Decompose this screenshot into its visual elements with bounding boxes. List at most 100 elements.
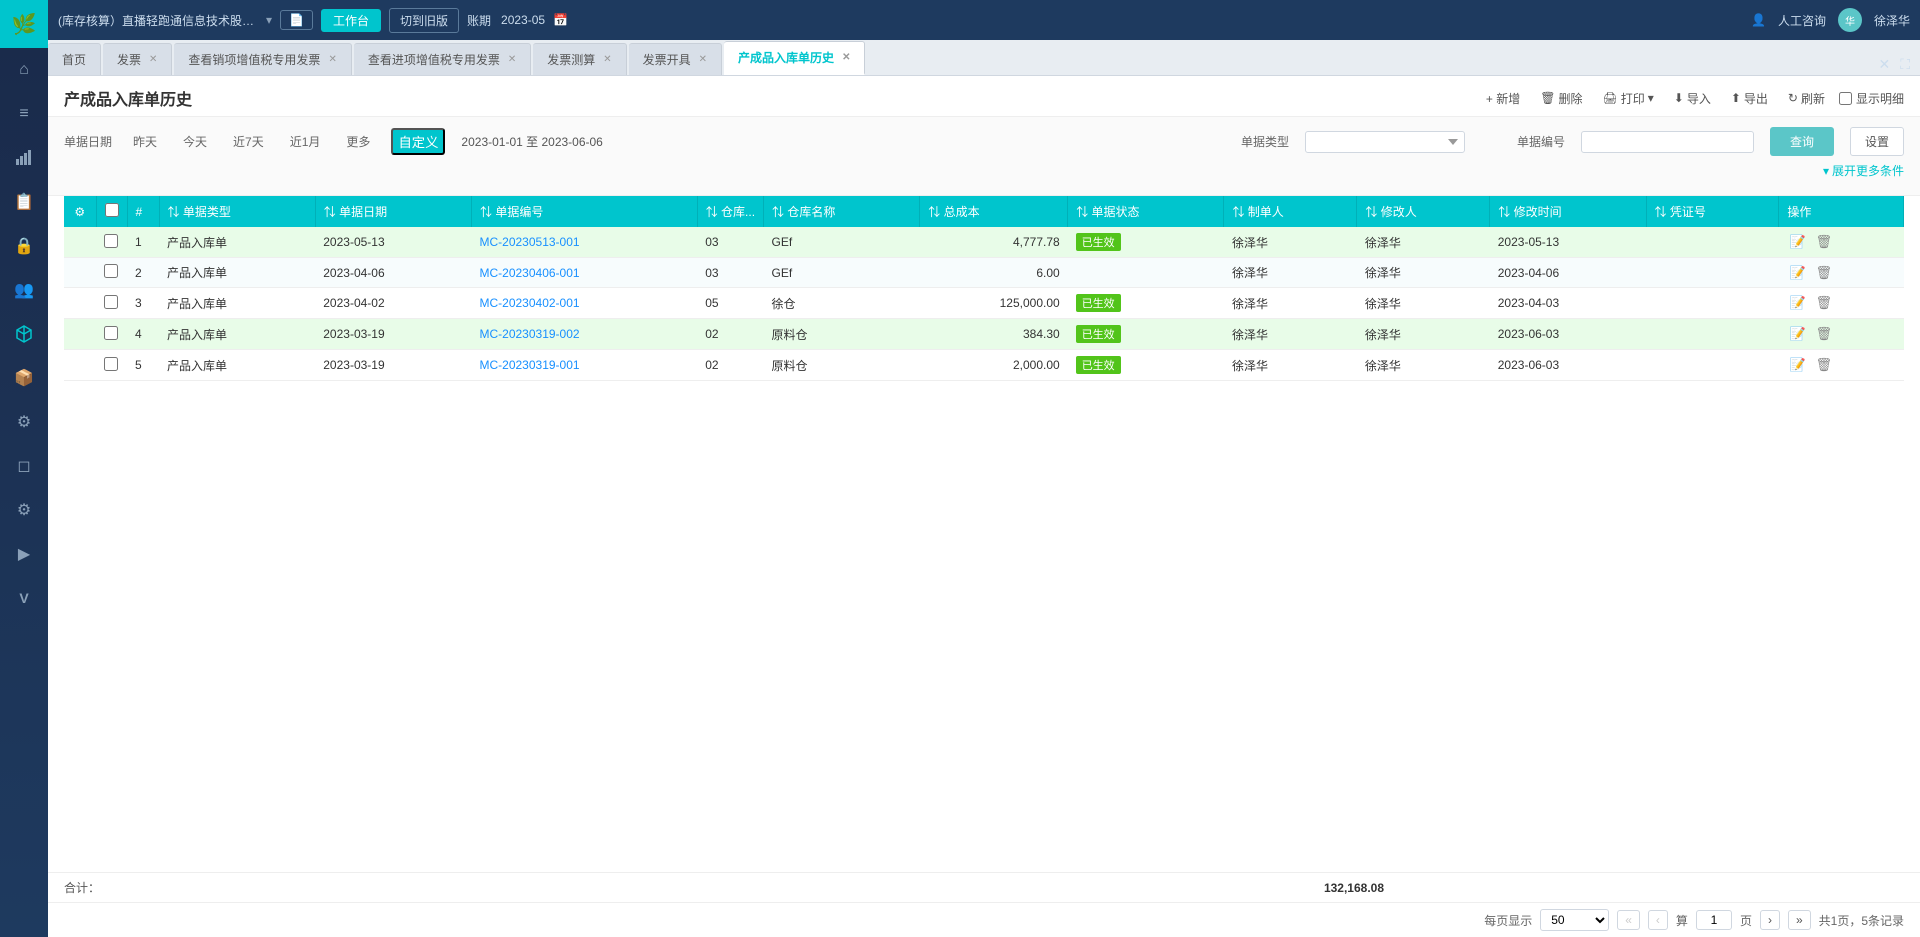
delete-row-icon[interactable]: 🗑 (1815, 295, 1832, 310)
edit-icon[interactable]: 📝 (1790, 326, 1806, 341)
col-settings[interactable]: ⚙ (64, 196, 96, 227)
tab-invoice[interactable]: 发票 ✕ (103, 43, 172, 75)
row-checkbox-cell[interactable] (96, 288, 127, 319)
select-all-checkbox[interactable] (105, 203, 119, 217)
date-7days-btn[interactable]: 近7天 (228, 131, 269, 152)
doc-type-select[interactable] (1305, 131, 1465, 153)
row-checkbox[interactable] (104, 234, 118, 248)
last-page-btn[interactable]: » (1788, 910, 1811, 930)
tab-product-inbound-close[interactable]: ✕ (842, 52, 850, 63)
delete-row-icon[interactable]: 🗑 (1815, 357, 1832, 372)
row-doc-no[interactable]: MC-20230406-001 (472, 258, 698, 288)
col-warehouse-name[interactable]: ⇅ 仓库名称 (764, 196, 920, 227)
expand-conditions-btn[interactable]: ▾ 展开更多条件 (1823, 162, 1904, 179)
doc-no-link[interactable]: MC-20230319-001 (480, 358, 580, 372)
edit-icon[interactable]: 📝 (1790, 234, 1806, 249)
tab-invoice-calc-close[interactable]: ✕ (603, 54, 611, 65)
col-total-cost[interactable]: ⇅ 总成本 (920, 196, 1068, 227)
doc-icon-btn[interactable]: 📄 (280, 10, 313, 30)
tab-purchase-vat[interactable]: 查看进项增值税专用发票 ✕ (354, 43, 531, 75)
row-checkbox[interactable] (104, 357, 118, 371)
sidebar-item-settings[interactable]: ⚙ (0, 400, 48, 444)
row-checkbox-cell[interactable] (96, 350, 127, 381)
delete-row-icon[interactable]: 🗑 (1815, 265, 1832, 280)
first-page-btn[interactable]: « (1617, 910, 1640, 930)
tab-home[interactable]: 首页 (48, 43, 101, 75)
col-checkbox[interactable] (96, 196, 127, 227)
sidebar-item-people[interactable]: 👥 (0, 268, 48, 312)
tab-sales-vat[interactable]: 查看销项增值税专用发票 ✕ (174, 43, 351, 75)
row-checkbox-cell[interactable] (96, 319, 127, 350)
sidebar-item-home[interactable]: ⌂ (0, 48, 48, 92)
row-doc-no[interactable]: MC-20230513-001 (472, 227, 698, 258)
query-btn[interactable]: 查询 (1770, 127, 1834, 156)
row-checkbox-cell[interactable] (96, 258, 127, 288)
help-label[interactable]: 人工咨询 (1778, 12, 1826, 29)
import-btn[interactable]: ⬇ 导入 (1668, 87, 1717, 110)
col-modify-time[interactable]: ⇅ 修改时间 (1490, 196, 1646, 227)
doc-no-link[interactable]: MC-20230513-001 (480, 235, 580, 249)
sidebar-item-config[interactable]: ⚙ (0, 488, 48, 532)
sidebar-item-play[interactable]: ▶ (0, 532, 48, 576)
user-label[interactable]: 徐泽华 (1874, 12, 1910, 29)
delete-row-icon[interactable]: 🗑 (1815, 234, 1832, 249)
show-detail-checkbox[interactable] (1839, 92, 1852, 105)
col-doc-no[interactable]: ⇅ 单据编号 (472, 196, 698, 227)
company-dropdown-icon[interactable]: ▾ (266, 13, 272, 27)
edit-icon[interactable]: 📝 (1790, 357, 1806, 372)
switch-version-btn[interactable]: 切到旧版 (389, 8, 459, 33)
sidebar-item-warehouse[interactable]: 📦 (0, 356, 48, 400)
row-checkbox-cell[interactable] (96, 227, 127, 258)
doc-no-link[interactable]: MC-20230406-001 (480, 266, 580, 280)
tab-invoice-open[interactable]: 发票开具 ✕ (629, 43, 722, 75)
col-doc-status[interactable]: ⇅ 单据状态 (1068, 196, 1224, 227)
sidebar-item-box[interactable]: ◻ (0, 444, 48, 488)
window-maximize-btn[interactable]: ⛶ (1898, 54, 1912, 75)
setting-btn[interactable]: 设置 (1850, 127, 1904, 156)
edit-icon[interactable]: 📝 (1790, 265, 1806, 280)
col-creator[interactable]: ⇅ 制单人 (1224, 196, 1357, 227)
sidebar-item-chart[interactable] (0, 136, 48, 180)
tab-product-inbound[interactable]: 产成品入库单历史 ✕ (724, 41, 865, 75)
col-warehouse-code[interactable]: ⇅ 仓库... (697, 196, 763, 227)
refresh-btn[interactable]: ↻ 刷新 (1782, 87, 1831, 110)
doc-no-input[interactable] (1581, 131, 1754, 153)
delete-row-icon[interactable]: 🗑 (1815, 326, 1832, 341)
tab-sales-vat-close[interactable]: ✕ (328, 54, 336, 65)
row-doc-no[interactable]: MC-20230319-002 (472, 319, 698, 350)
new-btn[interactable]: + 新增 (1480, 87, 1526, 110)
sidebar-item-lock[interactable]: 🔒 (0, 224, 48, 268)
tab-invoice-calc[interactable]: 发票测算 ✕ (533, 43, 626, 75)
row-checkbox[interactable] (104, 264, 118, 278)
row-doc-no[interactable]: MC-20230402-001 (472, 288, 698, 319)
export-btn[interactable]: ⬆ 导出 (1725, 87, 1774, 110)
tab-invoice-open-close[interactable]: ✕ (699, 54, 707, 65)
print-btn[interactable]: 🖨 打印 ▾ (1596, 87, 1659, 110)
tab-purchase-vat-close[interactable]: ✕ (508, 54, 516, 65)
sidebar-item-doc[interactable]: ≡ (0, 92, 48, 136)
row-checkbox[interactable] (104, 326, 118, 340)
delete-btn[interactable]: 🗑 删除 (1534, 87, 1588, 110)
date-more-btn[interactable]: 更多 (341, 131, 375, 152)
date-custom-btn[interactable]: 自定义 (391, 128, 445, 155)
date-today-btn[interactable]: 今天 (178, 131, 212, 152)
edit-icon[interactable]: 📝 (1790, 295, 1806, 310)
col-doc-type[interactable]: ⇅ 单据类型 (159, 196, 315, 227)
row-checkbox[interactable] (104, 295, 118, 309)
prev-page-btn[interactable]: ‹ (1648, 910, 1668, 930)
sidebar-item-v[interactable]: V (0, 576, 48, 620)
window-minimize-btn[interactable]: ✕ (1876, 54, 1892, 75)
sidebar-item-product[interactable] (0, 312, 48, 356)
sidebar-item-voucher[interactable]: 📋 (0, 180, 48, 224)
col-modifier[interactable]: ⇅ 修改人 (1357, 196, 1490, 227)
doc-no-link[interactable]: MC-20230319-002 (480, 327, 580, 341)
tab-invoice-close[interactable]: ✕ (149, 54, 157, 65)
page-size-select[interactable]: 50 20 100 (1540, 909, 1609, 931)
row-doc-no[interactable]: MC-20230319-001 (472, 350, 698, 381)
calendar-icon[interactable]: 📅 (553, 13, 568, 27)
workspace-btn[interactable]: 工作台 (321, 9, 381, 32)
doc-no-link[interactable]: MC-20230402-001 (480, 296, 580, 310)
date-yesterday-btn[interactable]: 昨天 (128, 131, 162, 152)
show-detail-toggle[interactable]: 显示明细 (1839, 90, 1904, 107)
col-voucher-no[interactable]: ⇅ 凭证号 (1646, 196, 1779, 227)
